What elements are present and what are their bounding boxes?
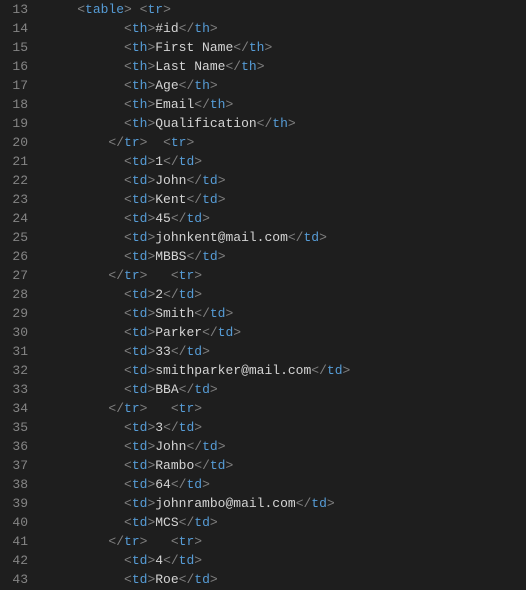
code-line[interactable]: <td>John</td> xyxy=(46,171,350,190)
code-line[interactable]: <th>#id</th> xyxy=(46,19,350,38)
line-number: 38 xyxy=(6,475,28,494)
line-number: 43 xyxy=(6,570,28,589)
code-line[interactable]: <th>Email</th> xyxy=(46,95,350,114)
line-number: 39 xyxy=(6,494,28,513)
line-number: 14 xyxy=(6,19,28,38)
code-line[interactable]: <td>johnrambo@mail.com</td> xyxy=(46,494,350,513)
line-number: 31 xyxy=(6,342,28,361)
code-content[interactable]: <table> <tr> <th>#id</th> <th>First Name… xyxy=(38,0,350,590)
line-number: 41 xyxy=(6,532,28,551)
line-number: 17 xyxy=(6,76,28,95)
line-number: 18 xyxy=(6,95,28,114)
code-line[interactable]: <td>1</td> xyxy=(46,152,350,171)
code-line[interactable]: </tr> <tr> xyxy=(46,532,350,551)
code-line[interactable]: <td>Roe</td> xyxy=(46,570,350,589)
line-number: 40 xyxy=(6,513,28,532)
code-line[interactable]: <td>Smith</td> xyxy=(46,304,350,323)
line-number: 22 xyxy=(6,171,28,190)
line-number: 37 xyxy=(6,456,28,475)
code-line[interactable]: <table> <tr> xyxy=(46,0,350,19)
line-number: 26 xyxy=(6,247,28,266)
line-number: 20 xyxy=(6,133,28,152)
line-number: 23 xyxy=(6,190,28,209)
line-number: 24 xyxy=(6,209,28,228)
code-line[interactable]: <th>Last Name</th> xyxy=(46,57,350,76)
code-editor[interactable]: 1314151617181920212223242526272829303132… xyxy=(0,0,526,590)
code-line[interactable]: <td>45</td> xyxy=(46,209,350,228)
code-line[interactable]: </tr> <tr> xyxy=(46,399,350,418)
code-line[interactable]: <td>smithparker@mail.com</td> xyxy=(46,361,350,380)
line-number-gutter: 1314151617181920212223242526272829303132… xyxy=(0,0,38,590)
line-number: 30 xyxy=(6,323,28,342)
code-line[interactable]: </tr> <tr> xyxy=(46,266,350,285)
code-line[interactable]: <td>BBA</td> xyxy=(46,380,350,399)
line-number: 13 xyxy=(6,0,28,19)
line-number: 29 xyxy=(6,304,28,323)
line-number: 35 xyxy=(6,418,28,437)
code-line[interactable]: <th>First Name</th> xyxy=(46,38,350,57)
code-line[interactable]: <td>MBBS</td> xyxy=(46,247,350,266)
line-number: 33 xyxy=(6,380,28,399)
code-line[interactable]: <td>johnkent@mail.com</td> xyxy=(46,228,350,247)
line-number: 21 xyxy=(6,152,28,171)
line-number: 25 xyxy=(6,228,28,247)
line-number: 16 xyxy=(6,57,28,76)
code-line[interactable]: </tr> <tr> xyxy=(46,133,350,152)
line-number: 42 xyxy=(6,551,28,570)
line-number: 36 xyxy=(6,437,28,456)
code-line[interactable]: <td>2</td> xyxy=(46,285,350,304)
code-line[interactable]: <td>3</td> xyxy=(46,418,350,437)
line-number: 28 xyxy=(6,285,28,304)
code-line[interactable]: <td>Rambo</td> xyxy=(46,456,350,475)
code-line[interactable]: <td>Parker</td> xyxy=(46,323,350,342)
code-line[interactable]: <td>John</td> xyxy=(46,437,350,456)
code-line[interactable]: <td>33</td> xyxy=(46,342,350,361)
line-number: 19 xyxy=(6,114,28,133)
line-number: 27 xyxy=(6,266,28,285)
line-number: 15 xyxy=(6,38,28,57)
code-line[interactable]: <td>Kent</td> xyxy=(46,190,350,209)
line-number: 32 xyxy=(6,361,28,380)
code-line[interactable]: <th>Age</th> xyxy=(46,76,350,95)
code-line[interactable]: <td>4</td> xyxy=(46,551,350,570)
line-number: 34 xyxy=(6,399,28,418)
code-line[interactable]: <td>MCS</td> xyxy=(46,513,350,532)
code-line[interactable]: <th>Qualification</th> xyxy=(46,114,350,133)
code-line[interactable]: <td>64</td> xyxy=(46,475,350,494)
